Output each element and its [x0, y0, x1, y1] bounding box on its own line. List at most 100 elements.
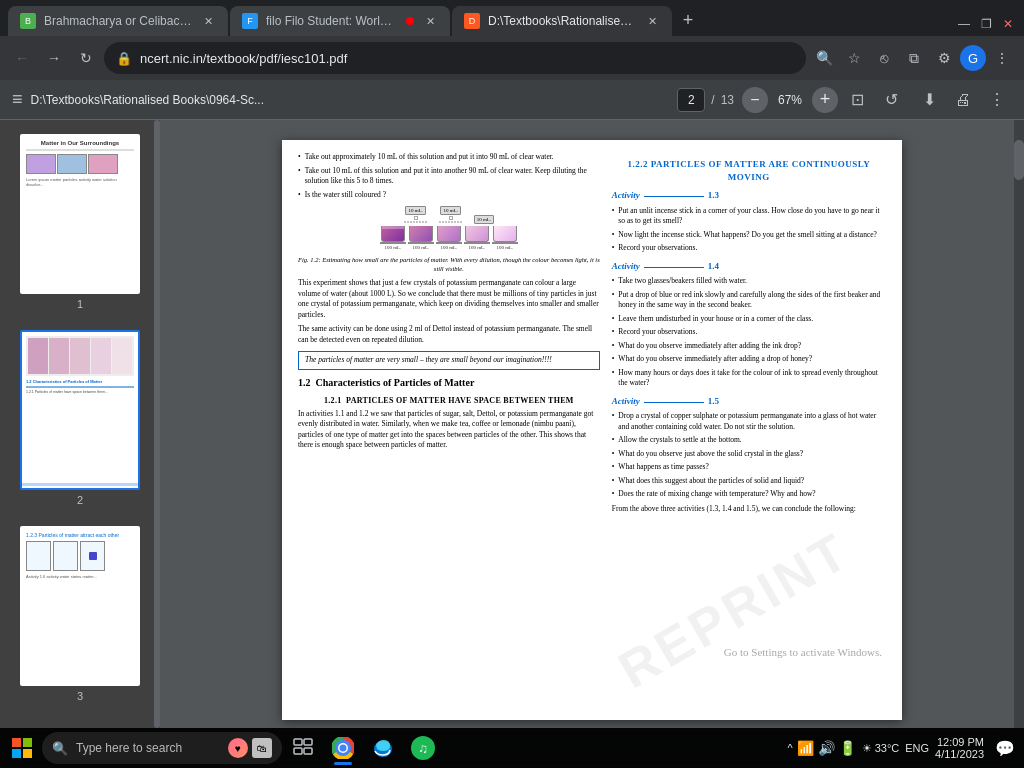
pdf-page-area[interactable]: Take out approximately 10 mL of this sol…: [160, 120, 1024, 728]
clock-time: 12:09 PM: [935, 736, 984, 748]
lock-icon: 🔒: [116, 51, 132, 66]
minimize-button[interactable]: —: [956, 16, 972, 32]
bullet-item: Put a drop of blue or red ink slowly and…: [612, 290, 886, 311]
bookmark-button[interactable]: ☆: [840, 44, 868, 72]
tab1-close[interactable]: ✕: [200, 13, 216, 29]
network-icon[interactable]: 📶: [797, 740, 814, 756]
cortana-icon: ♥: [228, 738, 248, 758]
fit-page-button[interactable]: ⊡: [842, 85, 872, 115]
taskview-icon: [291, 736, 315, 760]
tab-pdf[interactable]: D D:\Textbooks\Rationalised Books... ✕: [452, 6, 672, 36]
bullet-item: Record your observations.: [612, 243, 886, 254]
thumbnail-2[interactable]: 1.2 Characteristics of Particles of Matt…: [16, 326, 144, 510]
start-button[interactable]: [4, 730, 40, 766]
body-text-2: The same activity can be done using 2 ml…: [298, 324, 600, 345]
svg-rect-2: [12, 738, 21, 747]
zoom-in-button[interactable]: +: [812, 87, 838, 113]
taskbar-app-chrome[interactable]: [324, 729, 362, 767]
maximize-button[interactable]: ❐: [978, 16, 994, 32]
bullet-item: Leave them undisturbed in your house or …: [612, 314, 886, 325]
taskbar-search-box[interactable]: 🔍 Type here to search ♥ 🛍: [42, 732, 282, 764]
back-button[interactable]: ←: [8, 44, 36, 72]
download-button[interactable]: ⬇: [914, 85, 944, 115]
zoom-controls: − 67% + ⊡ ↺: [742, 85, 906, 115]
bullet-item: What do you observe just above the solid…: [612, 449, 886, 460]
reprint-watermark: REPRINT: [608, 520, 860, 700]
extensions-button[interactable]: ⚙: [930, 44, 958, 72]
tab2-title: filo Filo Student: World's Only L...: [266, 14, 398, 28]
new-tab-button[interactable]: +: [674, 6, 702, 34]
taskbar: 🔍 Type here to search ♥ 🛍: [0, 728, 1024, 768]
tab-brahmacharya[interactable]: B Brahmacharya or Celibacy in Hin... ✕: [8, 6, 228, 36]
notification-icon: 💬: [995, 739, 1015, 758]
profile-avatar[interactable]: G: [960, 45, 986, 71]
taskbar-app-edge[interactable]: [364, 729, 402, 767]
chrome-app-icon: [331, 736, 355, 760]
tab-filo[interactable]: F filo Filo Student: World's Only L... ✕: [230, 6, 450, 36]
conclusion-text: From the above three activities (1.3, 1.…: [612, 504, 886, 515]
windows-activate-overlay: Go to Settings to activate Windows.: [724, 645, 882, 660]
notification-button[interactable]: 💬: [990, 733, 1020, 763]
pdf-left-column: Take out approximately 10 mL of this sol…: [298, 152, 600, 514]
weather-icon: ☀: [862, 742, 872, 755]
activity-1-3-header: Activity 1.3: [612, 189, 886, 202]
activity-1-4-num: 1.4: [708, 260, 719, 273]
tab3-close[interactable]: ✕: [644, 13, 660, 29]
taskbar-app-spotify[interactable]: ♫: [404, 729, 442, 767]
tab-search-button[interactable]: ⎋: [870, 44, 898, 72]
spotify-app-icon: ♫: [411, 736, 435, 760]
tab2-close[interactable]: ✕: [422, 13, 438, 29]
activity-1-5-num: 1.5: [708, 395, 719, 408]
thumbnail-sidebar: Matter in Our Surroundings Lorem ipsum m…: [0, 120, 160, 728]
recording-indicator: [406, 17, 414, 25]
zoom-out-button[interactable]: −: [742, 87, 768, 113]
activity-1-4-label: Activity: [612, 260, 640, 273]
activity-1-5-line: [644, 402, 704, 403]
system-clock[interactable]: 12:09 PM 4/11/2023: [935, 736, 984, 760]
body-text-3: In activities 1.1 and 1.2 we saw that pa…: [298, 409, 600, 451]
page-number-input[interactable]: [677, 88, 705, 112]
windows-logo-icon: [11, 737, 33, 759]
pdf-more-button[interactable]: ⋮: [982, 85, 1012, 115]
taskview-button[interactable]: [284, 729, 322, 767]
taskbar-apps: ♫: [284, 729, 442, 767]
tab1-favicon: B: [20, 13, 36, 29]
bullet-item: What happens as time passes?: [612, 462, 886, 473]
bullet-item: What do you observe immediately after ad…: [612, 354, 886, 365]
thumbnail-1[interactable]: Matter in Our Surroundings Lorem ipsum m…: [16, 130, 144, 314]
weather-widget[interactable]: ☀ 33°C: [862, 742, 900, 755]
pdf-scrollbar-thumb[interactable]: [1014, 140, 1024, 180]
tray-chevron[interactable]: ^: [787, 742, 792, 754]
bullet-item: Now light the incense stick. What happen…: [612, 230, 886, 241]
battery-icon[interactable]: 🔋: [839, 740, 856, 756]
pdf-menu-button[interactable]: ≡: [12, 89, 23, 110]
system-tray: ^ 📶 🔊 🔋: [787, 740, 855, 756]
volume-icon[interactable]: 🔊: [818, 740, 835, 756]
more-options-button[interactable]: ⋮: [988, 44, 1016, 72]
page-controls: / 13: [677, 88, 734, 112]
split-view-button[interactable]: ⧉: [900, 44, 928, 72]
temperature: 33°C: [875, 742, 900, 754]
url-text: ncert.nic.in/textbook/pdf/iesc101.pdf: [140, 51, 794, 66]
activity-1-4-line: [644, 267, 704, 268]
tab3-title: D:\Textbooks\Rationalised Books...: [488, 14, 636, 28]
bullet-item: What do you observe immediately after ad…: [612, 341, 886, 352]
activity-1-5-label: Activity: [612, 395, 640, 408]
language-indicator[interactable]: ENG: [905, 742, 929, 754]
activity-1-5-bullets: Drop a crystal of copper sulphate or pot…: [612, 411, 886, 500]
close-window-button[interactable]: ✕: [1000, 16, 1016, 32]
pdf-right-column: 1.2.2 Particles of Matter are Continuous…: [612, 152, 886, 514]
forward-button[interactable]: →: [40, 44, 68, 72]
print-button[interactable]: 🖨: [948, 85, 978, 115]
refresh-button[interactable]: ↻: [72, 44, 100, 72]
tab3-favicon: D: [464, 13, 480, 29]
svg-rect-6: [294, 739, 302, 745]
rotate-button[interactable]: ↺: [876, 85, 906, 115]
address-bar[interactable]: 🔒 ncert.nic.in/textbook/pdf/iesc101.pdf: [104, 42, 806, 74]
pdf-title: D:\Textbooks\Rationalised Books\0964-Sc.…: [31, 93, 670, 107]
thumbnail-3[interactable]: 1.2.3 Particles of matter attract each o…: [16, 522, 144, 706]
bullet-item: Drop a crystal of copper sulphate or pot…: [612, 411, 886, 432]
pdf-scrollbar[interactable]: [1014, 120, 1024, 728]
google-lens-button[interactable]: 🔍: [810, 44, 838, 72]
window-controls: — ❐ ✕: [956, 16, 1016, 36]
